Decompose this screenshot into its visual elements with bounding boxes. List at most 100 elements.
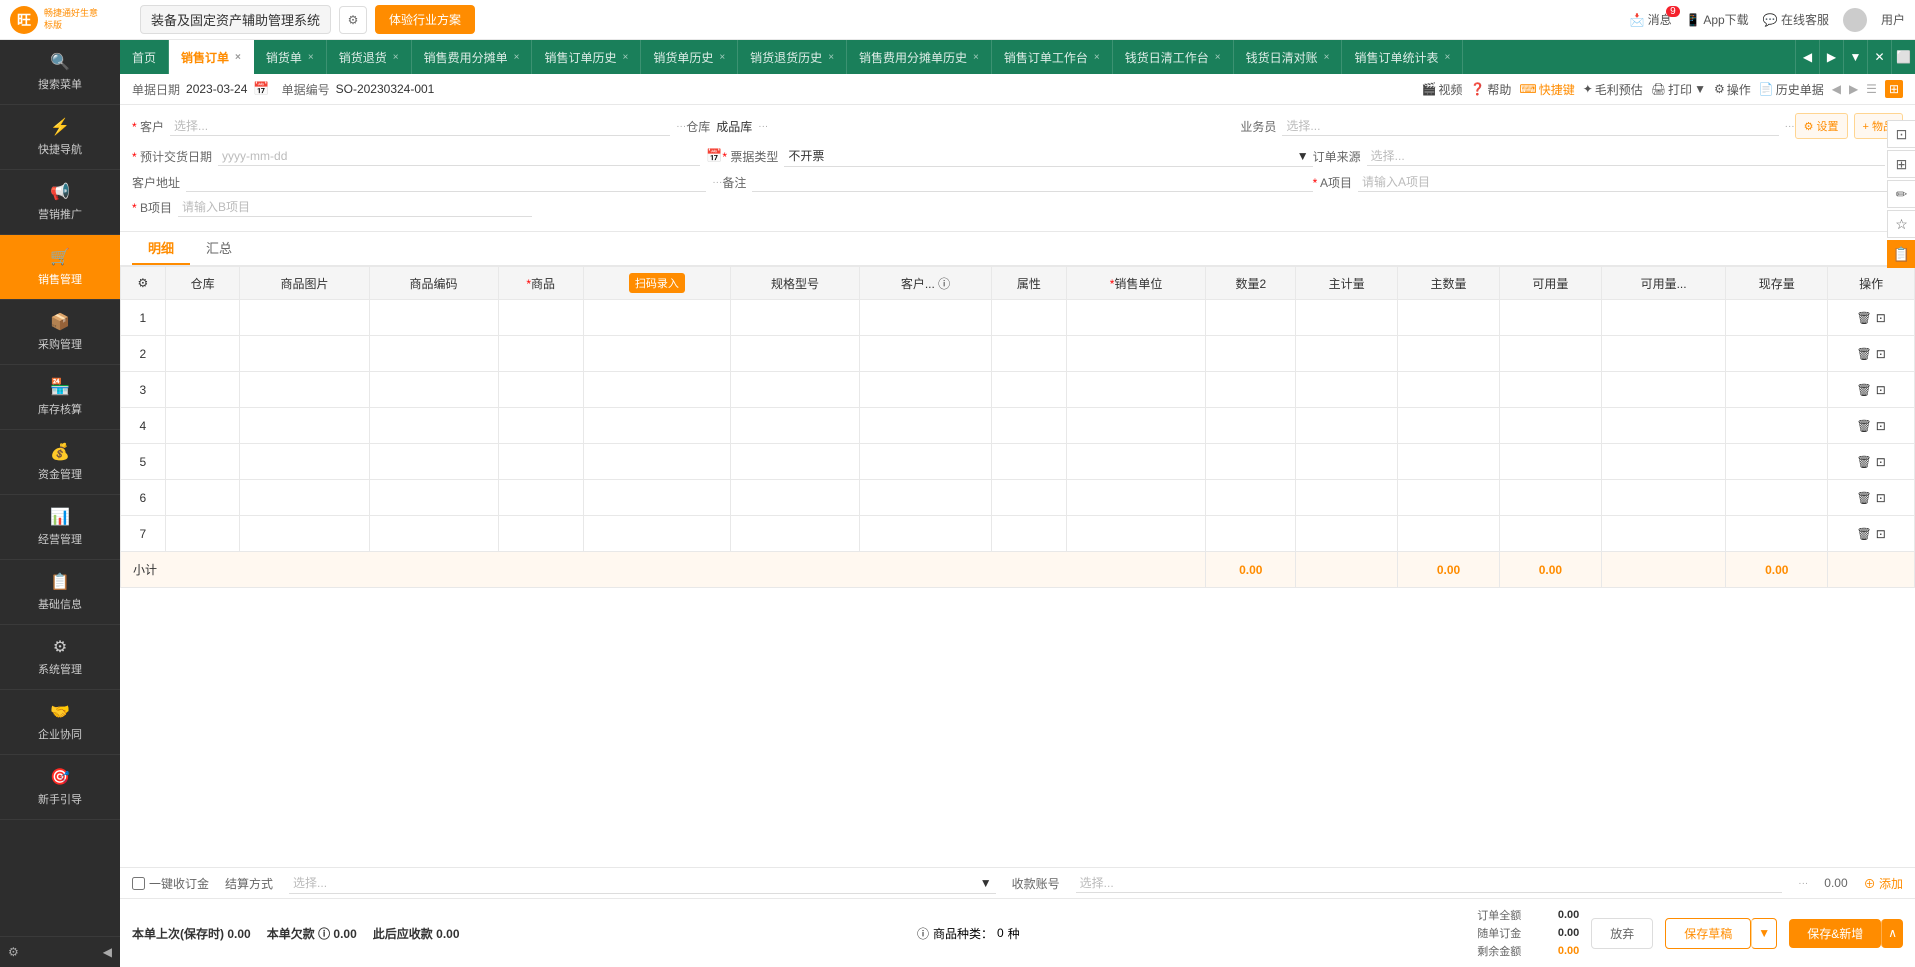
sidebar-item-search[interactable]: 🔍 搜索菜单 [0,40,120,105]
tab-close-all[interactable]: ✕ [1867,40,1891,74]
row-1-main-unit[interactable] [1296,300,1398,336]
save-draft-button[interactable]: 保存草稿 [1665,918,1751,949]
product-count-icon[interactable]: ⓘ [917,925,929,942]
row-3-delete[interactable]: 🗑 [1856,383,1871,397]
sidebar-item-quick[interactable]: ⚡ 快捷导航 [0,105,120,170]
row-1-available-more[interactable] [1601,300,1726,336]
row-1-warehouse[interactable] [165,300,240,336]
receipt-account-dots[interactable]: ··· [1798,878,1808,889]
notice-btn[interactable]: 📩 消息 9 [1630,11,1672,28]
online-service-btn[interactable]: 💬 在线客服 [1763,11,1829,28]
sidebar-item-inventory[interactable]: 🏪 库存核算 [0,365,120,430]
row-2-warehouse[interactable] [165,336,240,372]
scan-enter-btn[interactable]: 扫码录入 [629,273,685,293]
warehouse-dots[interactable]: ··· [758,121,768,132]
calendar-icon[interactable]: 📅 [253,81,269,97]
row-1-attributes[interactable] [992,300,1067,336]
save-new-button[interactable]: 保存&新增 [1789,919,1881,948]
side-btn-3[interactable]: ✏ [1887,180,1915,208]
side-btn-2[interactable]: ⊞ [1887,150,1915,178]
row-1-current-stock[interactable] [1726,300,1828,336]
tab-expense-split-close[interactable]: × [514,52,520,63]
sidebar-item-system[interactable]: ⚙ 系统管理 [0,625,120,690]
delivery-cal-icon[interactable]: 📅 [706,148,722,164]
row-2-delete[interactable]: 🗑 [1856,347,1871,361]
tab-cash-workbench[interactable]: 钱货日清工作台 × [1113,40,1234,74]
row-2-copy[interactable]: ⊡ [1876,347,1886,361]
tab-return-history-close[interactable]: × [719,52,725,63]
tab-return-history[interactable]: 销货单历史 × [641,40,738,74]
sidebar-item-purchase[interactable]: 📦 采购管理 [0,300,120,365]
tab-sales-return[interactable]: 销货单 × [254,40,327,74]
row-1-product[interactable] [498,300,583,336]
view-grid-icon[interactable]: ⊞ [1885,80,1903,98]
shortcut-btn[interactable]: ⌨ 快捷键 [1519,81,1574,98]
tab-maximize[interactable]: ⬜ [1891,40,1915,74]
invoice-type-select[interactable]: 不开票 ▼ [784,145,1312,167]
tab-order-workbench-close[interactable]: × [1094,52,1100,63]
col-scan[interactable]: 扫码录入 [583,267,730,300]
history-btn[interactable]: 📄 历史单据 [1759,81,1824,98]
credit-icon[interactable]: ⓘ [318,927,330,941]
save-draft-arrow-btn[interactable]: ▼ [1751,918,1777,949]
nav-next[interactable]: ▶ [1849,82,1858,96]
print-btn[interactable]: 🖨 打印 ▼ [1651,81,1706,98]
tab-scroll-right[interactable]: ▶ [1819,40,1843,74]
row-3-copy[interactable]: ⊡ [1876,383,1886,397]
customer-dots[interactable]: ··· [676,121,686,132]
tab-refund-history-close[interactable]: × [828,52,834,63]
salesperson-dots[interactable]: ··· [1785,121,1795,132]
sub-tab-summary[interactable]: 汇总 [190,232,248,265]
row-1-product-code[interactable] [369,300,498,336]
sidebar-collapse-btn[interactable]: ◀ [103,945,112,959]
remark-input[interactable] [752,173,1312,192]
tab-order-stats[interactable]: 销售订单统计表 × [1342,40,1463,74]
tab-expense-history-close[interactable]: × [973,52,979,63]
row-1-delete[interactable]: 🗑 [1856,311,1871,325]
row-1-customer-code[interactable] [860,300,992,336]
settings-icon[interactable]: ⚙ [339,6,367,34]
tab-sales-order[interactable]: 销售订单 × [169,40,254,74]
row-4-delete[interactable]: 🗑 [1856,419,1871,433]
row-5-copy[interactable]: ⊡ [1876,455,1886,469]
tab-order-stats-close[interactable]: × [1444,52,1450,63]
sidebar-item-basic[interactable]: 📋 基础信息 [0,560,120,625]
sub-tab-detail[interactable]: 明细 [132,232,190,265]
industry-button[interactable]: 体验行业方案 [375,5,475,34]
print-arrow[interactable]: ▼ [1694,82,1706,96]
help-btn[interactable]: ❓ 帮助 [1470,81,1511,98]
checkout-method-select[interactable]: 选择... ▼ [289,872,996,894]
row-1-available-qty[interactable] [1499,300,1601,336]
tab-cash-reconcile-close[interactable]: × [1324,52,1330,63]
delivery-date-input[interactable] [218,147,700,166]
row-4-copy[interactable]: ⊡ [1876,419,1886,433]
tab-order-workbench[interactable]: 销售订单工作台 × [992,40,1113,74]
tab-sales-order-close[interactable]: × [235,52,241,63]
row-1-sales-unit[interactable] [1066,300,1206,336]
tab-scroll-left[interactable]: ◀ [1795,40,1819,74]
view-btn[interactable]: 🎬 视频 [1421,81,1462,98]
tab-home[interactable]: 首页 [120,40,169,74]
add-btn[interactable]: ⊕ 添加 [1864,875,1903,892]
row-1-qty2[interactable] [1206,300,1296,336]
sidebar-item-operations[interactable]: 📊 经营管理 [0,495,120,560]
side-btn-1[interactable]: ⊡ [1887,120,1915,148]
sidebar-item-sales[interactable]: 🛒 销售管理 [0,235,120,300]
tab-order-history-close[interactable]: × [622,52,628,63]
tab-cash-reconcile[interactable]: 钱货日清对账 × [1234,40,1343,74]
b-project-input[interactable] [178,198,532,217]
save-new-arrow-btn[interactable]: ∧ [1881,919,1903,948]
row-1-copy[interactable]: ⊡ [1876,311,1886,325]
sidebar-item-guide[interactable]: 🎯 新手引导 [0,755,120,820]
a-project-input[interactable] [1358,173,1903,192]
row-6-copy[interactable]: ⊡ [1876,491,1886,505]
row-1-spec[interactable] [730,300,859,336]
side-btn-5[interactable]: 📋 [1887,240,1915,268]
order-source-input[interactable] [1367,147,1885,166]
customer-input[interactable] [170,117,670,136]
row-7-copy[interactable]: ⊡ [1876,527,1886,541]
ops-btn[interactable]: ⚙ 操作 [1714,81,1751,98]
sidebar-item-marketing[interactable]: 📢 营销推广 [0,170,120,235]
tab-refund-history[interactable]: 销货退货历史 × [738,40,847,74]
receipt-account-input[interactable] [1076,874,1783,893]
